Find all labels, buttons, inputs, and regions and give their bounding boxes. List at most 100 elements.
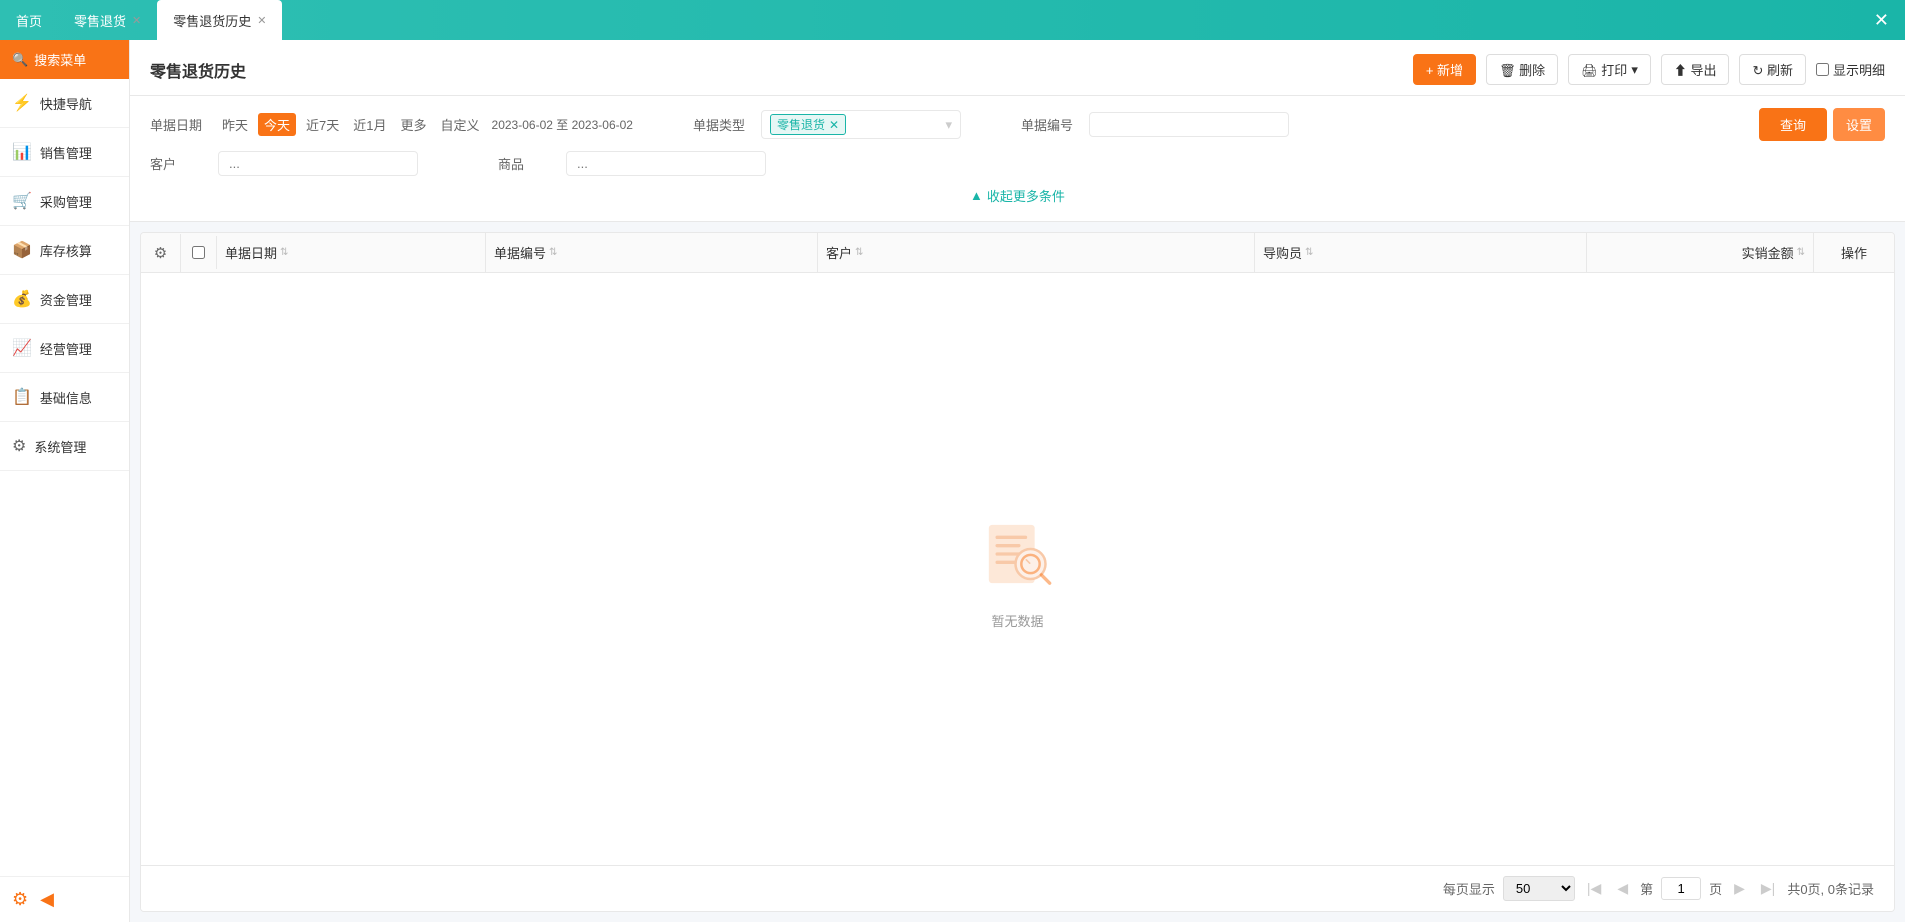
tab-home[interactable]: 首页 bbox=[0, 0, 58, 40]
last-page-button[interactable]: ▶| bbox=[1757, 878, 1779, 899]
th-customer-sort-icon[interactable]: ⇅ bbox=[855, 247, 863, 258]
export-button[interactable]: ⬆ 导出 bbox=[1661, 54, 1730, 85]
date-opt-1month[interactable]: 近1月 bbox=[349, 113, 390, 136]
prev-page-button[interactable]: ◀ bbox=[1613, 878, 1632, 899]
page-input[interactable] bbox=[1661, 877, 1701, 900]
settings-button-label: 设置 bbox=[1846, 115, 1872, 134]
header-actions: + 新增 🗑 删除 🖨 打印 ▾ ⬆ 导出 ↻ 刷新 显示明细 bbox=[1413, 54, 1885, 85]
sidebar-item-inventory[interactable]: 📦 库存核算 bbox=[0, 226, 129, 275]
print-button-label: 🖨 打印 bbox=[1581, 60, 1627, 79]
search-icon: 🔍 bbox=[12, 52, 28, 68]
type-tag: 零售退货 ✕ bbox=[770, 114, 846, 135]
date-opt-today[interactable]: 今天 bbox=[258, 113, 296, 136]
tab-retail-return-close[interactable]: ✕ bbox=[132, 14, 141, 27]
purchase-icon: 🛒 bbox=[12, 191, 32, 211]
goods-filter-group: 商品 bbox=[498, 151, 766, 176]
export-button-label: ⬆ 导出 bbox=[1674, 60, 1717, 79]
delete-button-label: 🗑 删除 bbox=[1499, 60, 1545, 79]
show-detail-checkbox[interactable] bbox=[1816, 63, 1829, 76]
delete-button[interactable]: 🗑 删除 bbox=[1486, 54, 1558, 85]
pagination: 每页显示 20 50 100 |◀ ◀ 第 页 ▶ ▶| 共0页, 0条记录 bbox=[141, 865, 1894, 911]
sidebar-item-basic-info-label: 基础信息 bbox=[40, 388, 92, 407]
goods-filter-label: 商品 bbox=[498, 154, 558, 173]
page-label: 第 bbox=[1640, 879, 1653, 898]
tab-home-label: 首页 bbox=[16, 11, 42, 30]
window-close-button[interactable]: ✕ bbox=[1858, 10, 1905, 31]
settings-bottom-icon[interactable]: ⚙ bbox=[12, 889, 28, 910]
sidebar-search[interactable]: 🔍 搜索菜单 bbox=[0, 40, 129, 79]
type-select-chevron: ▾ bbox=[945, 117, 952, 133]
date-opt-7days[interactable]: 近7天 bbox=[302, 113, 343, 136]
basic-info-icon: 📋 bbox=[12, 387, 32, 407]
sidebar-item-finance[interactable]: 💰 资金管理 bbox=[0, 275, 129, 324]
customer-filter-group: 客户 bbox=[150, 151, 418, 176]
th-settings[interactable]: ⚙ bbox=[141, 234, 181, 272]
operations-icon: 📈 bbox=[12, 338, 32, 358]
sidebar-item-purchase[interactable]: 🛒 采购管理 bbox=[0, 177, 129, 226]
total-info: 共0页, 0条记录 bbox=[1787, 879, 1874, 898]
first-page-button[interactable]: |◀ bbox=[1583, 878, 1605, 899]
sidebar-item-sales[interactable]: 📊 销售管理 bbox=[0, 128, 129, 177]
num-filter-input[interactable] bbox=[1089, 112, 1289, 137]
sidebar-item-inventory-label: 库存核算 bbox=[40, 241, 92, 260]
th-date: 单据日期 ⇅ bbox=[217, 233, 486, 272]
page-suffix: 页 bbox=[1709, 879, 1722, 898]
sidebar: 🔍 搜索菜单 ⚡ 快捷导航 📊 销售管理 🛒 采购管理 📦 库存核算 💰 资金管… bbox=[0, 40, 130, 922]
tab-retail-return-history-close[interactable]: ✕ bbox=[257, 14, 266, 27]
collapse-filters-button[interactable]: ▲ 收起更多条件 bbox=[150, 186, 1885, 205]
select-all-checkbox[interactable] bbox=[192, 246, 205, 259]
sidebar-item-operations[interactable]: 📈 经营管理 bbox=[0, 324, 129, 373]
table-settings-icon[interactable]: ⚙ bbox=[154, 244, 167, 262]
th-guide: 导购员 ⇅ bbox=[1255, 233, 1587, 272]
th-customer: 客户 ⇅ bbox=[818, 233, 1255, 272]
goods-filter-input[interactable] bbox=[566, 151, 766, 176]
date-range-display: 2023-06-02 至 2023-06-02 bbox=[492, 116, 633, 133]
tab-retail-return-label: 零售退货 bbox=[74, 11, 126, 30]
tab-retail-return[interactable]: 零售退货 ✕ bbox=[58, 0, 157, 40]
main-content: 零售退货历史 + 新增 🗑 删除 🖨 打印 ▾ ⬆ 导出 ↻ 刷新 bbox=[130, 40, 1905, 922]
query-button[interactable]: 查询 bbox=[1759, 108, 1827, 141]
show-detail-label[interactable]: 显示明细 bbox=[1816, 60, 1885, 79]
date-opt-more[interactable]: 更多 bbox=[397, 113, 431, 136]
sidebar-search-label: 搜索菜单 bbox=[34, 50, 86, 69]
th-customer-label: 客户 bbox=[826, 243, 852, 262]
sidebar-item-quick-nav-label: 快捷导航 bbox=[40, 94, 92, 113]
settings-button[interactable]: 设置 bbox=[1833, 108, 1885, 141]
customer-filter-input[interactable] bbox=[218, 151, 418, 176]
num-filter-group: 单据编号 bbox=[1021, 112, 1289, 137]
new-button[interactable]: + 新增 bbox=[1413, 54, 1476, 85]
print-button[interactable]: 🖨 打印 ▾ bbox=[1568, 54, 1651, 85]
type-filter-label: 单据类型 bbox=[693, 115, 753, 134]
sidebar-item-system[interactable]: ⚙ 系统管理 bbox=[0, 422, 129, 471]
table-header: ⚙ 单据日期 ⇅ 单据编号 ⇅ 客户 ⇅ 导购员 bbox=[141, 233, 1894, 273]
sidebar-item-basic-info[interactable]: 📋 基础信息 bbox=[0, 373, 129, 422]
type-select[interactable]: 零售退货 ✕ ▾ bbox=[761, 110, 961, 139]
date-opt-yesterday[interactable]: 昨天 bbox=[218, 113, 252, 136]
th-date-sort-icon[interactable]: ⇅ bbox=[280, 247, 288, 258]
per-page-label: 每页显示 bbox=[1443, 879, 1495, 898]
sidebar-bottom: ⚙ ◀ bbox=[0, 876, 129, 922]
sidebar-item-quick-nav[interactable]: ⚡ 快捷导航 bbox=[0, 79, 129, 128]
next-page-button[interactable]: ▶ bbox=[1730, 878, 1749, 899]
collapse-up-icon: ▲ bbox=[970, 188, 983, 203]
num-filter-label: 单据编号 bbox=[1021, 115, 1081, 134]
refresh-button[interactable]: ↻ 刷新 bbox=[1739, 54, 1806, 85]
type-tag-label: 零售退货 bbox=[777, 116, 825, 133]
type-tag-close[interactable]: ✕ bbox=[829, 118, 839, 132]
th-guide-sort-icon[interactable]: ⇅ bbox=[1305, 247, 1313, 258]
th-action: 操作 bbox=[1814, 233, 1894, 272]
sidebar-item-operations-label: 经营管理 bbox=[40, 339, 92, 358]
th-guide-label: 导购员 bbox=[1263, 243, 1302, 262]
th-num-sort-icon[interactable]: ⇅ bbox=[549, 247, 557, 258]
query-button-label: 查询 bbox=[1780, 115, 1806, 134]
query-action-group: 查询 设置 bbox=[1759, 108, 1885, 141]
type-filter-group: 单据类型 零售退货 ✕ ▾ bbox=[693, 110, 961, 139]
inventory-icon: 📦 bbox=[12, 240, 32, 260]
collapse-sidebar-icon[interactable]: ◀ bbox=[40, 889, 54, 910]
date-opt-custom[interactable]: 自定义 bbox=[437, 113, 484, 136]
tab-retail-return-history[interactable]: 零售退货历史 ✕ bbox=[157, 0, 282, 40]
per-page-select[interactable]: 20 50 100 bbox=[1503, 876, 1575, 901]
main-layout: 🔍 搜索菜单 ⚡ 快捷导航 📊 销售管理 🛒 采购管理 📦 库存核算 💰 资金管… bbox=[0, 40, 1905, 922]
th-amount-sort-icon[interactable]: ⇅ bbox=[1797, 247, 1805, 258]
th-checkbox[interactable] bbox=[181, 236, 217, 269]
